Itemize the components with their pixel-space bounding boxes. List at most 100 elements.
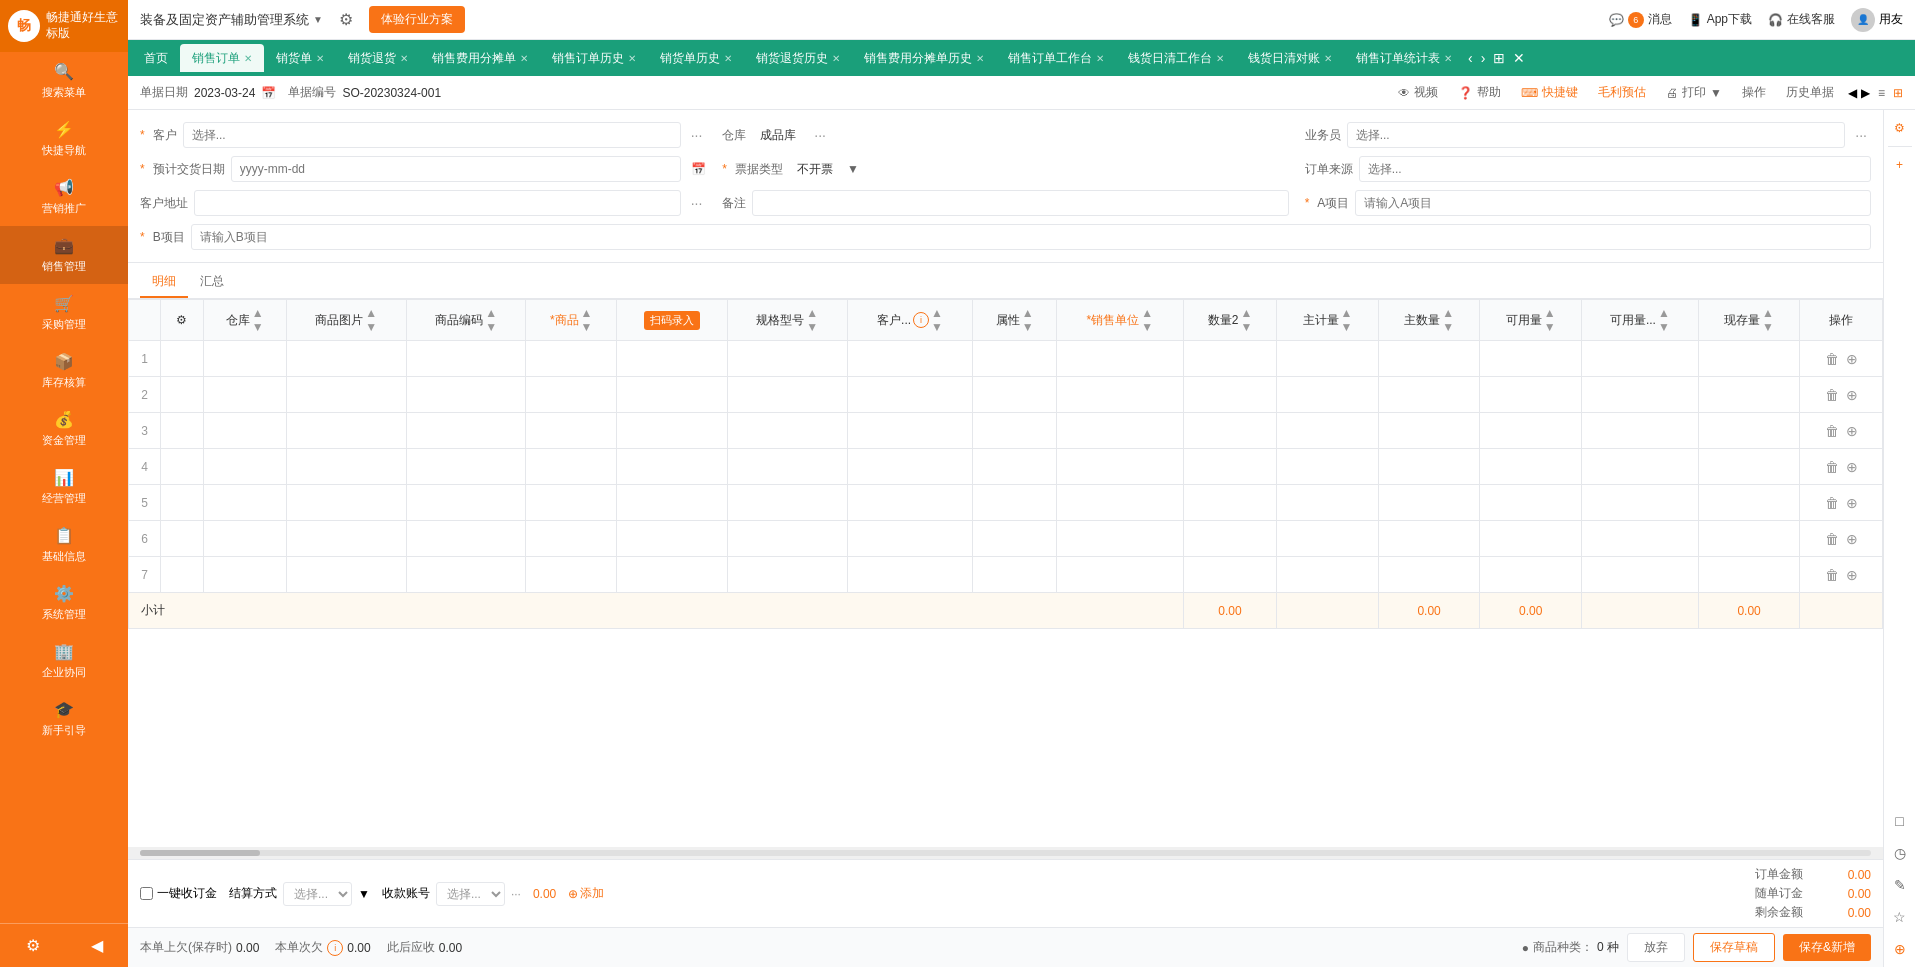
row-main-unit[interactable] xyxy=(1277,377,1379,413)
row-product-image[interactable] xyxy=(286,341,406,377)
col-warehouse-header[interactable]: 仓库▲▼ xyxy=(203,300,286,341)
tab-sales-order[interactable]: 销售订单 ✕ xyxy=(180,44,264,72)
industry-solution-button[interactable]: 体验行业方案 xyxy=(369,6,465,33)
row-customer-code[interactable] xyxy=(847,413,973,449)
calendar-icon[interactable]: 📅 xyxy=(691,162,706,176)
prev-record-icon[interactable]: ◀ xyxy=(1848,86,1857,100)
tab-stats[interactable]: 销售订单统计表 ✕ xyxy=(1344,44,1464,72)
add-payment-btn[interactable]: ⊕ 添加 xyxy=(568,885,604,902)
row-main-unit[interactable] xyxy=(1277,341,1379,377)
address-input[interactable] xyxy=(194,190,681,216)
row-warehouse[interactable] xyxy=(203,413,286,449)
delete-row-btn[interactable]: 🗑 xyxy=(1823,495,1841,511)
tab-close-icon[interactable]: ✕ xyxy=(1096,53,1104,64)
system-title-dropdown[interactable]: 装备及固定资产辅助管理系统 ▼ xyxy=(140,11,323,29)
row-spec[interactable] xyxy=(727,413,847,449)
salesperson-input[interactable] xyxy=(1347,122,1846,148)
grid-view-icon[interactable]: ⊞ xyxy=(1893,86,1903,100)
row-product-code[interactable] xyxy=(406,413,526,449)
row-qty2[interactable] xyxy=(1183,377,1277,413)
profit-btn[interactable]: 毛利预估 xyxy=(1592,82,1652,103)
tab-order-history[interactable]: 销售订单历史 ✕ xyxy=(540,44,648,72)
row-warehouse[interactable] xyxy=(203,377,286,413)
tab-close-icon[interactable]: ✕ xyxy=(724,53,732,64)
tab-detail[interactable]: 明细 xyxy=(140,267,188,298)
right-panel-add-logistics-btn[interactable]: + xyxy=(1886,151,1914,179)
sidebar-item-quick-nav[interactable]: ⚡ 快捷导航 xyxy=(0,110,128,168)
row-product-code[interactable] xyxy=(406,341,526,377)
scan-input-btn[interactable]: 扫码录入 xyxy=(644,311,700,330)
tab-reconcile[interactable]: 钱货日清对账 ✕ xyxy=(1236,44,1344,72)
copy-row-btn[interactable]: ⊕ xyxy=(1844,567,1860,583)
horizontal-scrollbar[interactable] xyxy=(128,847,1883,859)
row-product-image[interactable] xyxy=(286,413,406,449)
warehouse-more-btn[interactable]: ··· xyxy=(810,127,830,143)
delete-row-btn[interactable]: 🗑 xyxy=(1823,531,1841,547)
view-btn[interactable]: 👁 视频 xyxy=(1392,82,1444,103)
col-product-image-header[interactable]: 商品图片▲▼ xyxy=(286,300,406,341)
col-spec-header[interactable]: 规格型号▲▼ xyxy=(727,300,847,341)
col-product-header[interactable]: *商品▲▼ xyxy=(526,300,616,341)
topbar-settings-icon[interactable]: ⚙ xyxy=(339,10,353,29)
row-current-qty[interactable] xyxy=(1698,341,1800,377)
delete-row-btn[interactable]: 🗑 xyxy=(1823,459,1841,475)
address-more-btn[interactable]: ··· xyxy=(687,195,707,211)
history-btn[interactable]: 历史单据 xyxy=(1780,82,1840,103)
copy-row-btn[interactable]: ⊕ xyxy=(1844,495,1860,511)
row-available-qty[interactable] xyxy=(1480,377,1582,413)
order-source-input[interactable] xyxy=(1359,156,1871,182)
save-new-button[interactable]: 保存&新增 xyxy=(1783,934,1871,961)
row-available-qty[interactable] xyxy=(1480,413,1582,449)
copy-row-btn[interactable]: ⊕ xyxy=(1844,387,1860,403)
col-settings-header[interactable]: ⚙ xyxy=(161,300,204,341)
col-product-code-header[interactable]: 商品编码▲▼ xyxy=(406,300,526,341)
sidebar-item-sales[interactable]: 💼 销售管理 xyxy=(0,226,128,284)
notification-item[interactable]: 💬 6 消息 xyxy=(1609,11,1672,28)
copy-row-btn[interactable]: ⊕ xyxy=(1844,351,1860,367)
row-customer-code[interactable] xyxy=(847,377,973,413)
discard-button[interactable]: 放弃 xyxy=(1627,933,1685,962)
row-available-qty2[interactable] xyxy=(1581,341,1698,377)
sidebar-item-guide[interactable]: 🎓 新手引导 xyxy=(0,690,128,748)
tab-close-icon[interactable]: ✕ xyxy=(1216,53,1224,64)
row-product[interactable] xyxy=(526,341,616,377)
right-panel-settings-btn[interactable]: ⚙ xyxy=(1886,114,1914,142)
row-spec[interactable] xyxy=(727,341,847,377)
row-available-qty2[interactable] xyxy=(1581,413,1698,449)
sidebar-item-inventory[interactable]: 📦 库存核算 xyxy=(0,342,128,400)
right-panel-icon3[interactable]: ✎ xyxy=(1886,871,1914,899)
payment-method-select[interactable]: 选择... xyxy=(283,882,352,906)
save-draft-button[interactable]: 保存草稿 xyxy=(1693,933,1775,962)
scroll-thumb[interactable] xyxy=(140,850,260,856)
tab-return-history[interactable]: 销货单历史 ✕ xyxy=(648,44,744,72)
row-sales-unit[interactable] xyxy=(1056,341,1183,377)
row-available-qty[interactable] xyxy=(1480,341,1582,377)
right-panel-icon1[interactable]: □ xyxy=(1886,807,1914,835)
tab-close-icon[interactable]: ✕ xyxy=(832,53,840,64)
row-product-image[interactable] xyxy=(286,377,406,413)
tab-order-workbench[interactable]: 销售订单工作台 ✕ xyxy=(996,44,1116,72)
tab-sales-expense[interactable]: 销售费用分摊单 ✕ xyxy=(420,44,540,72)
row-sales-unit[interactable] xyxy=(1056,377,1183,413)
row-main-qty[interactable] xyxy=(1378,377,1480,413)
one-click-checkbox-input[interactable] xyxy=(140,887,153,900)
sidebar-item-enterprise[interactable]: 🏢 企业协同 xyxy=(0,632,128,690)
app-download-item[interactable]: 📱 App下载 xyxy=(1688,11,1752,28)
customer-input[interactable] xyxy=(183,122,681,148)
tab-expand-btn[interactable]: ⊞ xyxy=(1489,50,1509,66)
a-project-input[interactable] xyxy=(1355,190,1871,216)
list-view-icon[interactable]: ≡ xyxy=(1878,86,1885,100)
row-attribute[interactable] xyxy=(973,341,1056,377)
tab-summary[interactable]: 汇总 xyxy=(188,267,236,298)
row-sales-unit[interactable] xyxy=(1056,413,1183,449)
print-btn[interactable]: 🖨 打印 ▼ xyxy=(1660,82,1728,103)
tab-close-icon[interactable]: ✕ xyxy=(1324,53,1332,64)
row-product-code[interactable] xyxy=(406,377,526,413)
remarks-input[interactable] xyxy=(752,190,1288,216)
online-service-item[interactable]: 🎧 在线客服 xyxy=(1768,11,1835,28)
account-more-btn[interactable]: ··· xyxy=(511,887,521,901)
tab-next-btn[interactable]: › xyxy=(1477,50,1490,66)
right-panel-icon5[interactable]: ⊕ xyxy=(1886,935,1914,963)
row-attribute[interactable] xyxy=(973,377,1056,413)
user-menu[interactable]: 👤 用友 xyxy=(1851,8,1903,32)
